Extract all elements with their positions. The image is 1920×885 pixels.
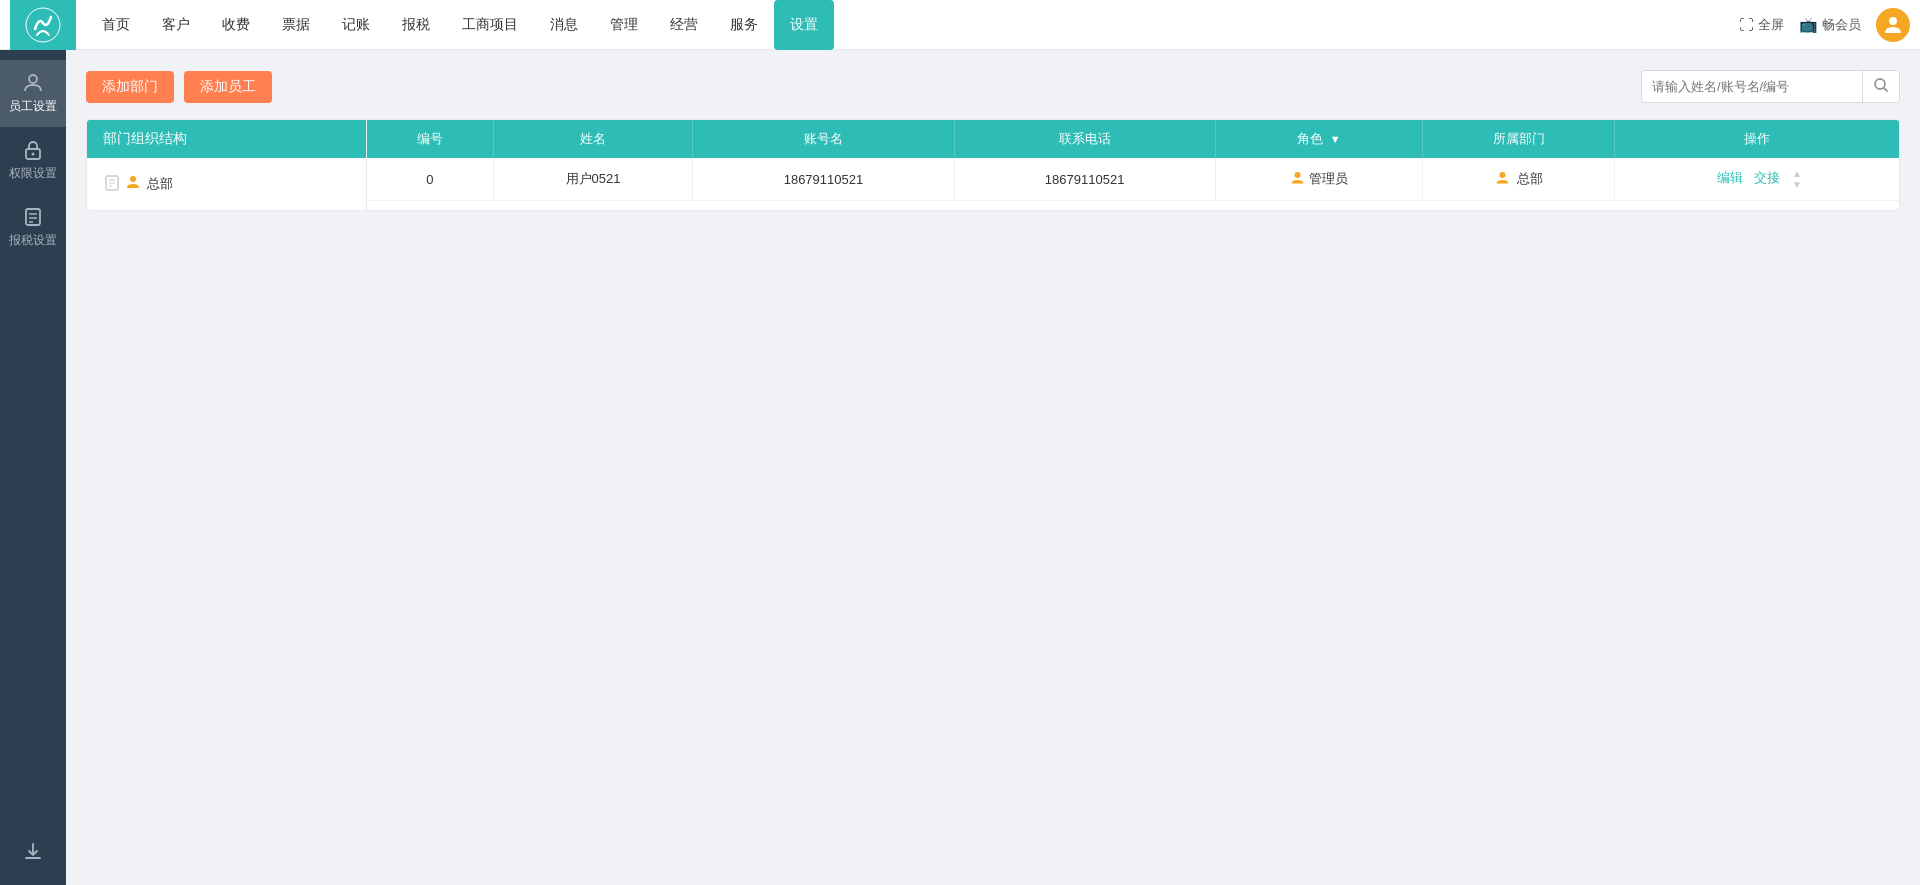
emp-table: 编号 姓名 账号名 联系电话 角色 ▼ 所属部门 操作 0 用户0521 bbox=[367, 120, 1899, 201]
fullscreen-label: 全屏 bbox=[1758, 16, 1784, 34]
nav-customer[interactable]: 客户 bbox=[146, 0, 206, 50]
svg-point-2 bbox=[29, 75, 37, 83]
nav-business[interactable]: 工商项目 bbox=[446, 0, 534, 50]
nav-service[interactable]: 服务 bbox=[714, 0, 774, 50]
col-phone: 联系电话 bbox=[954, 120, 1215, 158]
scroll-down-arrow[interactable]: ▼ bbox=[1792, 179, 1802, 190]
nav-message[interactable]: 消息 bbox=[534, 0, 594, 50]
dept-item-label: 总部 bbox=[147, 175, 173, 193]
sidebar-employee-label: 员工设置 bbox=[9, 98, 57, 115]
dept-file-icon bbox=[105, 175, 119, 194]
dept-tree-body: 总部 bbox=[87, 158, 366, 210]
search-button[interactable] bbox=[1862, 71, 1899, 102]
nav-settings[interactable]: 设置 bbox=[774, 0, 834, 50]
cell-name: 用户0521 bbox=[493, 158, 693, 201]
avatar-icon bbox=[1881, 13, 1905, 37]
main-content: 添加部门 添加员工 部门组织结构 bbox=[66, 50, 1920, 885]
fullscreen-btn[interactable]: ⛶ 全屏 bbox=[1739, 16, 1784, 34]
add-dept-button[interactable]: 添加部门 bbox=[86, 71, 174, 103]
svg-point-10 bbox=[1499, 172, 1505, 178]
svg-point-9 bbox=[1294, 172, 1300, 178]
tv-icon: 📺 bbox=[1799, 16, 1818, 34]
download-icon bbox=[22, 841, 44, 863]
dept-tree-header: 部门组织结构 bbox=[87, 120, 366, 158]
col-action: 操作 bbox=[1615, 120, 1899, 158]
content-area: 部门组织结构 总部 bbox=[86, 119, 1900, 211]
logo[interactable] bbox=[10, 0, 76, 50]
emp-table-area: 编号 姓名 账号名 联系电话 角色 ▼ 所属部门 操作 0 用户0521 bbox=[367, 120, 1899, 210]
sidebar-item-employee[interactable]: 员工设置 bbox=[0, 60, 66, 127]
scroll-arrows: ▲ ▼ bbox=[1792, 168, 1802, 190]
add-emp-button[interactable]: 添加员工 bbox=[184, 71, 272, 103]
member-label: 畅会员 bbox=[1822, 16, 1861, 34]
taxsettings-icon bbox=[22, 206, 44, 228]
col-dept: 所属部门 bbox=[1423, 120, 1615, 158]
toolbar: 添加部门 添加员工 bbox=[86, 70, 1900, 103]
avatar[interactable] bbox=[1876, 8, 1910, 42]
logo-icon bbox=[25, 7, 61, 43]
cell-phone: 18679110521 bbox=[954, 158, 1215, 201]
cell-id: 0 bbox=[367, 158, 493, 201]
search-input[interactable] bbox=[1642, 73, 1862, 100]
nav-fee[interactable]: 收费 bbox=[206, 0, 266, 50]
nav-bookkeeping[interactable]: 记账 bbox=[326, 0, 386, 50]
sidebar-permission-label: 权限设置 bbox=[9, 165, 57, 182]
svg-point-8 bbox=[130, 176, 136, 182]
cell-dept: 总部 bbox=[1423, 158, 1615, 201]
svg-point-1 bbox=[1889, 17, 1897, 25]
cell-actions: 编辑 交接 ▲ ▼ bbox=[1615, 158, 1899, 201]
role-filter-icon: ▼ bbox=[1330, 133, 1341, 145]
sidebar-bottom bbox=[0, 829, 66, 885]
table-row: 0 用户0521 18679110521 18679110521 管理员 bbox=[367, 158, 1899, 201]
sidebar: 员工设置 权限设置 报税设置 bbox=[0, 50, 66, 885]
dept-tree: 部门组织结构 总部 bbox=[87, 120, 367, 210]
employee-icon bbox=[22, 72, 44, 94]
member-btn[interactable]: 📺 畅会员 bbox=[1799, 16, 1861, 34]
sidebar-item-taxsettings[interactable]: 报税设置 bbox=[0, 194, 66, 261]
search-icon bbox=[1873, 77, 1889, 93]
col-name: 姓名 bbox=[493, 120, 693, 158]
sidebar-download-btn[interactable] bbox=[0, 829, 66, 875]
col-account: 账号名 bbox=[693, 120, 954, 158]
sidebar-taxsettings-label: 报税设置 bbox=[9, 232, 57, 249]
scroll-up-arrow[interactable]: ▲ bbox=[1792, 168, 1802, 179]
nav-right: ⛶ 全屏 📺 畅会员 bbox=[1739, 8, 1910, 42]
search-box bbox=[1641, 70, 1900, 103]
cell-account: 18679110521 bbox=[693, 158, 954, 201]
nav-manage[interactable]: 管理 bbox=[594, 0, 654, 50]
permission-icon bbox=[22, 139, 44, 161]
edit-link[interactable]: 编辑 bbox=[1717, 170, 1743, 185]
dept-user-icon bbox=[125, 174, 141, 194]
col-role[interactable]: 角色 ▼ bbox=[1215, 120, 1422, 158]
nav-tax[interactable]: 报税 bbox=[386, 0, 446, 50]
role-user-icon bbox=[1290, 170, 1305, 188]
nav-ticket[interactable]: 票据 bbox=[266, 0, 326, 50]
svg-point-4 bbox=[32, 153, 35, 156]
fullscreen-icon: ⛶ bbox=[1739, 16, 1754, 33]
nav-operation[interactable]: 经营 bbox=[654, 0, 714, 50]
dept-row-icon bbox=[1495, 170, 1513, 188]
cell-role: 管理员 bbox=[1215, 158, 1422, 201]
dept-item-root[interactable]: 总部 bbox=[97, 168, 356, 200]
top-nav: 首页 客户 收费 票据 记账 报税 工商项目 消息 管理 经营 服务 设置 ⛶ … bbox=[0, 0, 1920, 50]
svg-point-0 bbox=[26, 8, 60, 42]
transfer-link[interactable]: 交接 bbox=[1754, 170, 1780, 185]
sidebar-item-permission[interactable]: 权限设置 bbox=[0, 127, 66, 194]
nav-home[interactable]: 首页 bbox=[86, 0, 146, 50]
col-id: 编号 bbox=[367, 120, 493, 158]
nav-items: 首页 客户 收费 票据 记账 报税 工商项目 消息 管理 经营 服务 设置 bbox=[86, 0, 1739, 50]
